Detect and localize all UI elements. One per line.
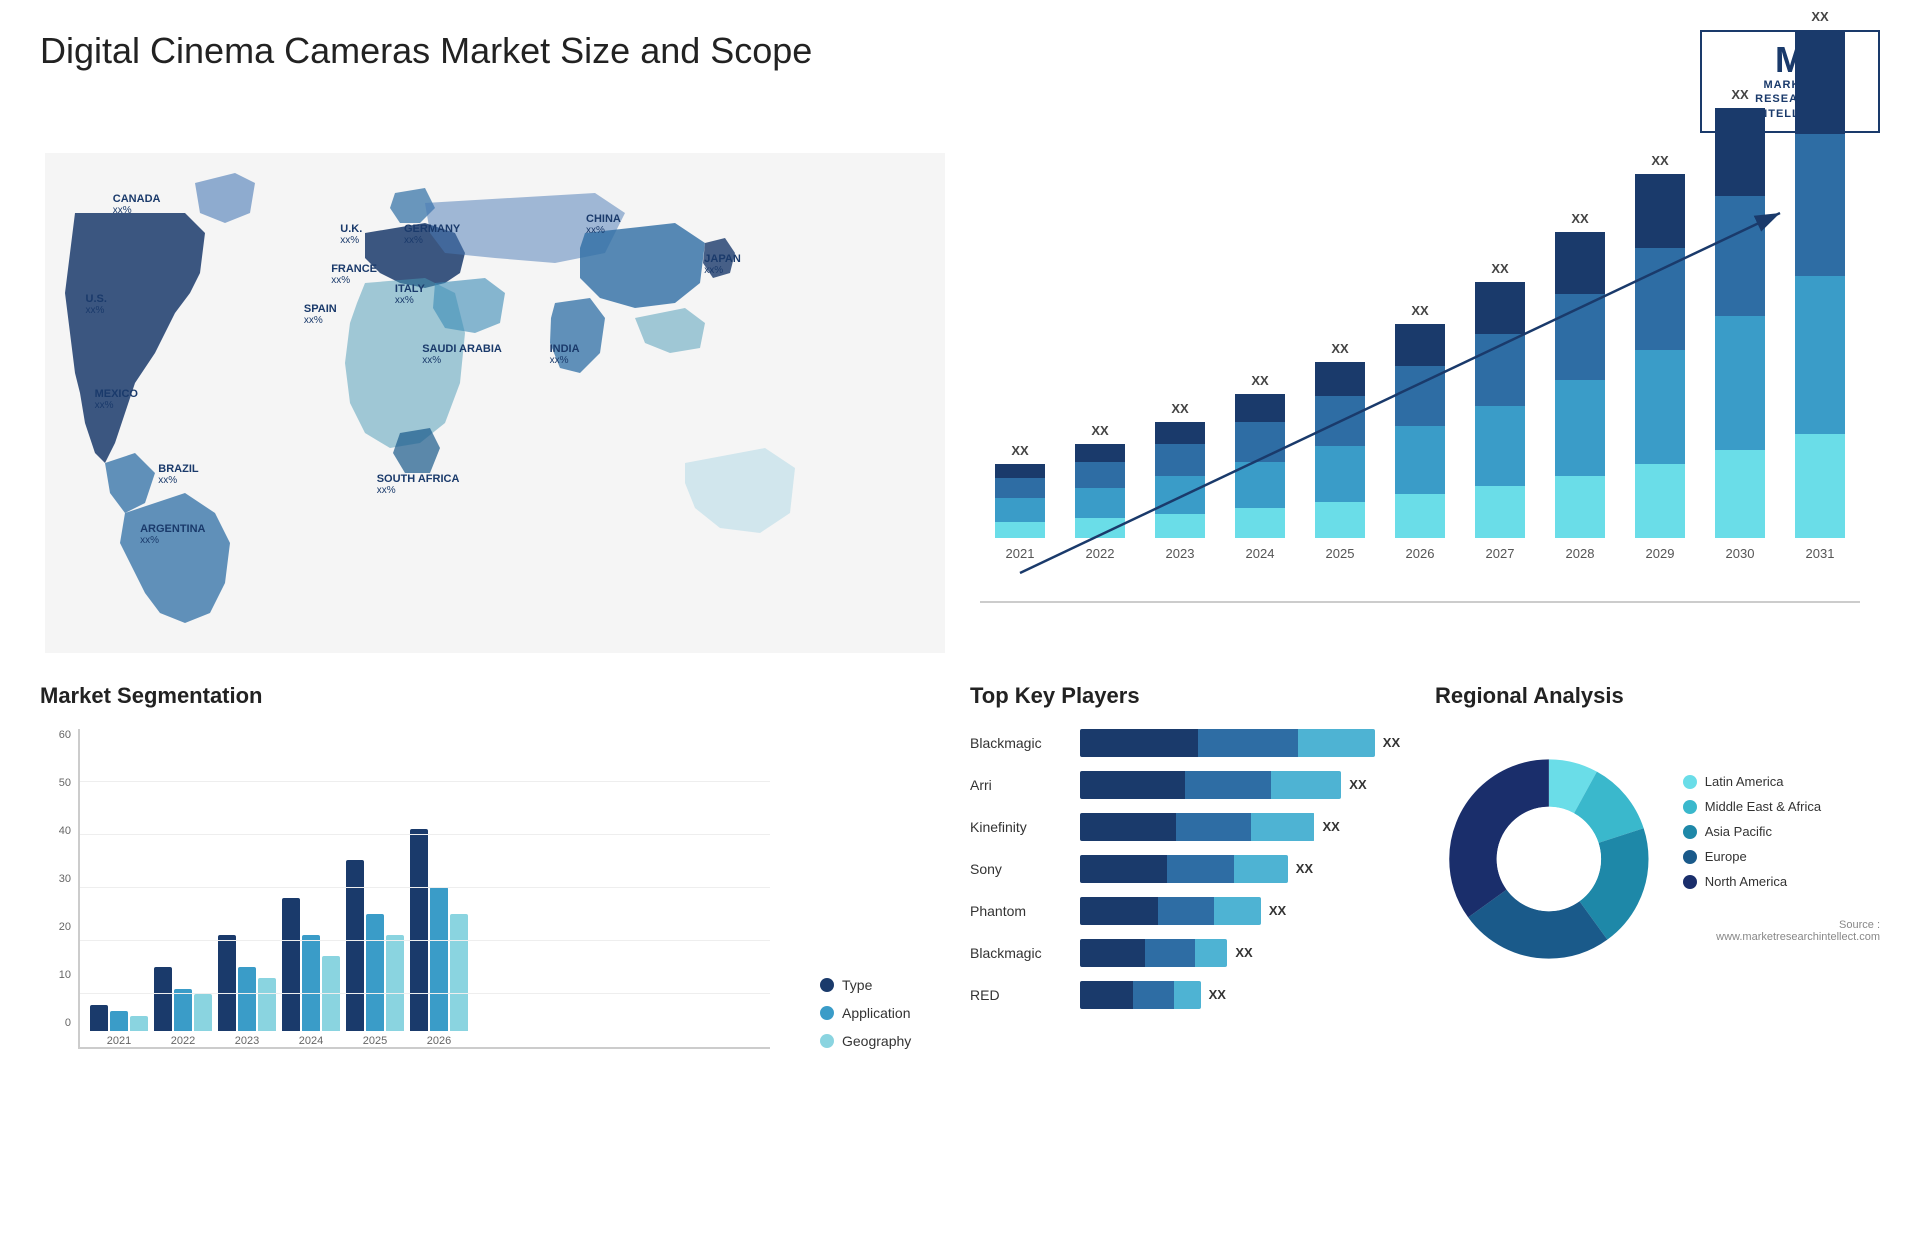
bar-2024: XX 2024 [1235, 373, 1285, 561]
map-label-uk: U.K.xx% [340, 223, 362, 246]
map-label-us: U.S.xx% [86, 293, 107, 316]
reg-legend-northamerica: North America [1683, 874, 1880, 889]
map-label-germany: GERMANYxx% [404, 223, 460, 246]
map-label-japan: JAPANxx% [704, 253, 740, 276]
map-label-france: FRANCExx% [331, 263, 377, 286]
player-row-kinefinity: Kinefinity XX [970, 813, 1415, 841]
bar-2025: XX 2025 [1315, 341, 1365, 561]
map-label-china: CHINAxx% [586, 213, 621, 236]
world-map [40, 153, 950, 653]
reg-legend-latin: Latin America [1683, 774, 1880, 789]
players-title: Top Key Players [970, 683, 1415, 709]
regional-legend: Latin America Middle East & Africa Asia … [1683, 774, 1880, 943]
player-row-blackmagic1: Blackmagic XX [970, 729, 1415, 757]
legend-type: Type [820, 977, 950, 993]
regional-title: Regional Analysis [1435, 683, 1880, 709]
bar-2030: XX 2030 [1715, 87, 1765, 561]
legend-geography: Geography [820, 1033, 950, 1049]
map-label-brazil: BRAZILxx% [158, 463, 198, 486]
map-container: CANADAxx% U.S.xx% MEXICOxx% BRAZILxx% AR… [40, 153, 950, 653]
bar-2022: XX 2022 [1075, 423, 1125, 561]
header: Digital Cinema Cameras Market Size and S… [40, 30, 1880, 133]
bar-2031: XX 2031 [1795, 9, 1845, 561]
donut-container: Latin America Middle East & Africa Asia … [1435, 739, 1880, 979]
bottom-right-section: Top Key Players Blackmagic XX Arri [970, 673, 1880, 1213]
player-row-red: RED XX [970, 981, 1415, 1009]
bar-2026: XX 2026 [1395, 303, 1445, 561]
bar-2027: XX 2027 [1475, 261, 1525, 561]
chart-section: XX 2021 XX [970, 153, 1880, 653]
player-row-blackmagic2: Blackmagic XX [970, 939, 1415, 967]
bar-2029: XX 2029 [1635, 153, 1685, 561]
page-title: Digital Cinema Cameras Market Size and S… [40, 30, 812, 72]
map-label-canada: CANADAxx% [113, 193, 161, 216]
map-section: CANADAxx% U.S.xx% MEXICOxx% BRAZILxx% AR… [40, 153, 950, 653]
bars-wrapper: XX 2021 XX [980, 183, 1860, 603]
segmentation-section: Market Segmentation 60 50 40 30 20 10 0 [40, 673, 950, 1213]
map-label-india: INDIAxx% [550, 343, 580, 366]
map-label-saudi: SAUDI ARABIAxx% [422, 343, 502, 366]
map-label-south-africa: SOUTH AFRICAxx% [377, 473, 460, 496]
bar-2023: XX 2023 [1155, 401, 1205, 561]
map-label-italy: ITALYxx% [395, 283, 425, 306]
player-row-sony: Sony XX [970, 855, 1415, 883]
segmentation-title: Market Segmentation [40, 683, 950, 709]
main-grid: CANADAxx% U.S.xx% MEXICOxx% BRAZILxx% AR… [40, 153, 1880, 1213]
reg-legend-apac: Asia Pacific [1683, 824, 1880, 839]
map-label-spain: SPAINxx% [304, 303, 337, 326]
map-label-argentina: ARGENTINAxx% [140, 523, 205, 546]
regional-section: Regional Analysis [1435, 683, 1880, 1203]
player-row-arri: Arri XX [970, 771, 1415, 799]
bar-2028: XX 2028 [1555, 211, 1605, 561]
reg-legend-mea: Middle East & Africa [1683, 799, 1880, 814]
bar-2021: XX 2021 [995, 443, 1045, 561]
source-text: Source : www.marketresearchintellect.com [1683, 919, 1880, 943]
legend-application: Application [820, 1005, 950, 1021]
seg-legend: Type Application Geography [820, 977, 950, 1049]
donut-chart [1435, 739, 1663, 979]
players-inner: Top Key Players Blackmagic XX Arri [970, 683, 1415, 1203]
seg-chart-area: 60 50 40 30 20 10 0 [40, 729, 950, 1049]
reg-legend-europe: Europe [1683, 849, 1880, 864]
map-label-mexico: MEXICOxx% [95, 388, 138, 411]
player-row-phantom: Phantom XX [970, 897, 1415, 925]
